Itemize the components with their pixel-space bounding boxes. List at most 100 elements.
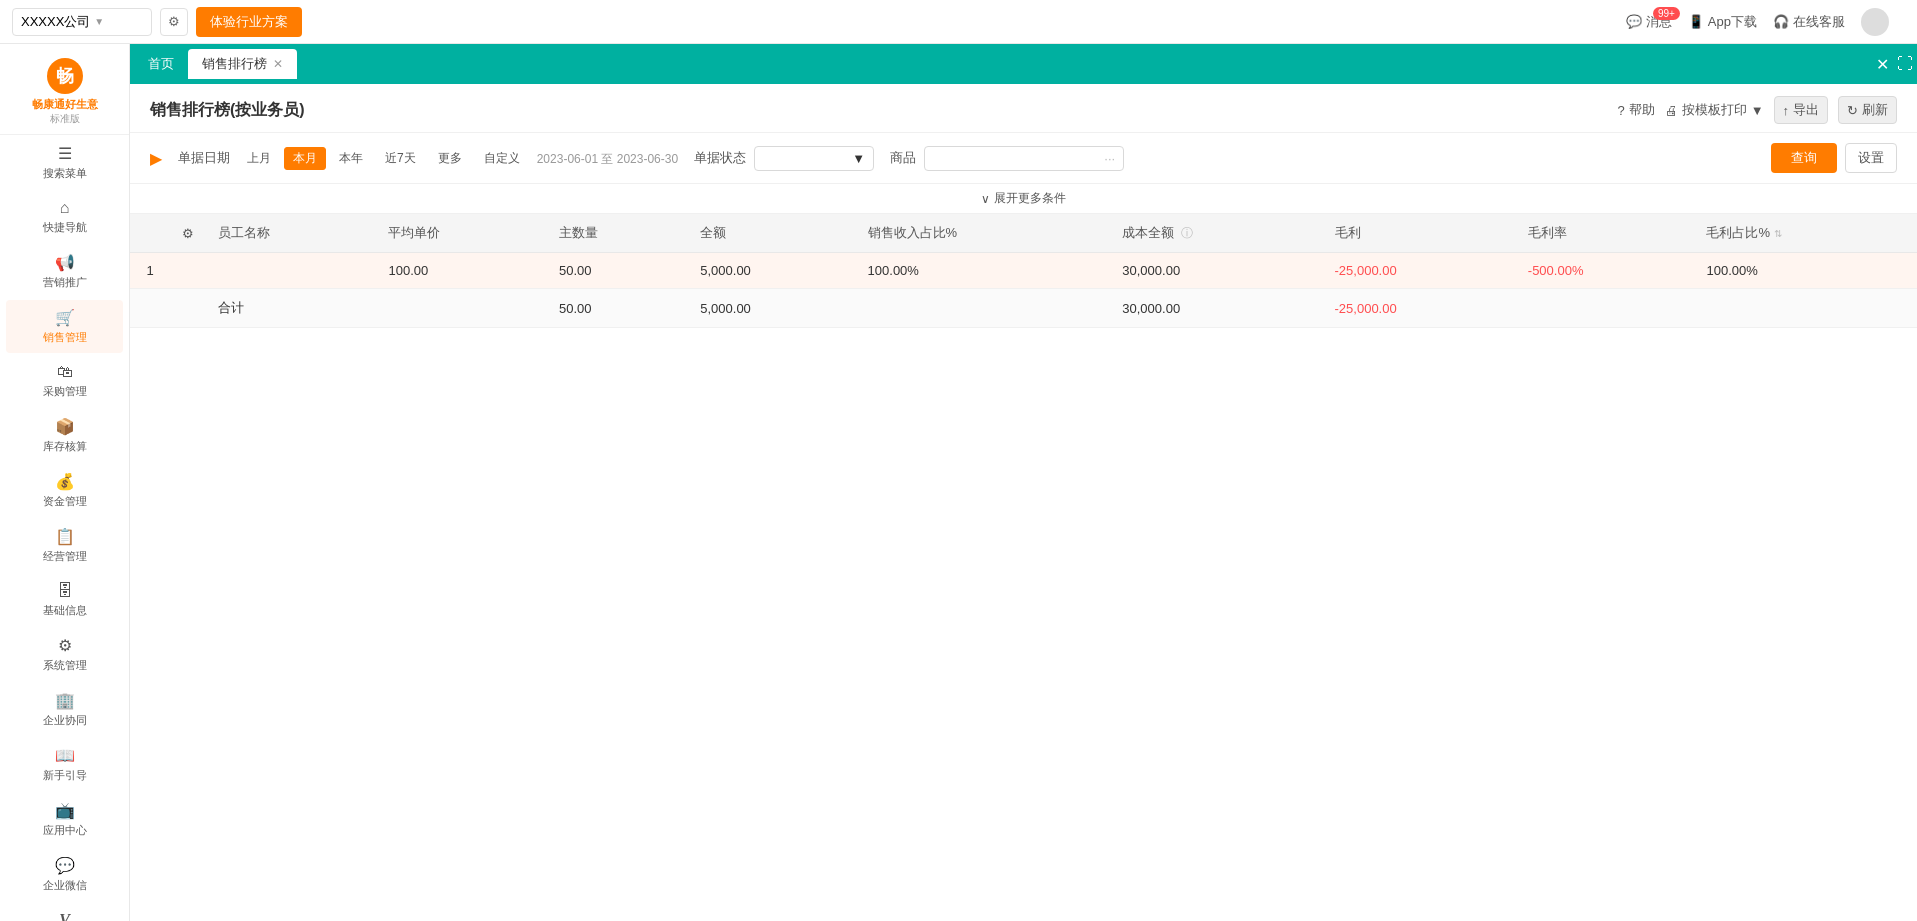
- settings-col-icon: ⚙: [182, 226, 194, 241]
- cell-profit-rate: -500.00%: [1516, 253, 1695, 289]
- expand-conditions-button[interactable]: ∨ 展开更多条件: [981, 190, 1066, 207]
- sidebar-label-search-order: 搜索菜单: [43, 166, 87, 181]
- product-filter-group: 商品 ···: [890, 146, 1124, 171]
- sidebar-label-app-center: 应用中心: [43, 823, 87, 838]
- sidebar-item-sales[interactable]: 🛒 销售管理: [6, 300, 123, 353]
- col-cost: 成本全额 ⓘ: [1110, 214, 1322, 253]
- product-input[interactable]: ···: [924, 146, 1124, 171]
- sidebar-item-wechat[interactable]: 💬 企业微信: [6, 848, 123, 901]
- tab-close-icon[interactable]: ✕: [273, 57, 283, 71]
- tab-maximize-icon[interactable]: ⛶: [1897, 55, 1913, 73]
- logo-sub: 标准版: [50, 112, 80, 126]
- active-tab-label: 销售排行榜: [202, 55, 267, 73]
- table-container: ⚙ 员工名称 平均单价 主数量 全额 销售收入占比% 成本全额 ⓘ: [130, 214, 1917, 921]
- sidebar-item-app-center[interactable]: 📺 应用中心: [6, 793, 123, 846]
- enterprise-icon: 🏢: [55, 691, 75, 710]
- purchase-icon: 🛍: [57, 363, 73, 381]
- cost-info-icon[interactable]: ⓘ: [1181, 226, 1193, 240]
- more-icon: ···: [1104, 151, 1115, 166]
- setting-button[interactable]: 设置: [1845, 143, 1897, 173]
- avatar[interactable]: [1861, 8, 1889, 36]
- footer-amount: 5,000.00: [688, 289, 855, 328]
- sidebar-item-purchase[interactable]: 🛍 采购管理: [6, 355, 123, 407]
- page-title: 销售排行榜(按业务员): [150, 100, 305, 121]
- member-icon: V: [59, 911, 70, 921]
- date-tab-custom[interactable]: 自定义: [475, 147, 529, 170]
- footer-profit: -25,000.00: [1323, 289, 1516, 328]
- status-select[interactable]: ▼: [754, 146, 874, 171]
- table-header-row: ⚙ 员工名称 平均单价 主数量 全额 销售收入占比% 成本全额 ⓘ: [130, 214, 1917, 253]
- sidebar-item-enterprise[interactable]: 🏢 企业协同: [6, 683, 123, 736]
- sidebar-label-system: 系统管理: [43, 658, 87, 673]
- table-footer-row: 合计 50.00 5,000.00 30,000.00 -25,000.00: [130, 289, 1917, 328]
- date-tab-this-month[interactable]: 本月: [284, 147, 326, 170]
- status-label: 单据状态: [694, 149, 746, 167]
- cell-main-qty: 50.00: [547, 253, 688, 289]
- sidebar-label-enterprise: 企业协同: [43, 713, 87, 728]
- product-label: 商品: [890, 149, 916, 167]
- expand-label: 展开更多条件: [994, 190, 1066, 207]
- sidebar-item-member[interactable]: V 畅会员: [6, 903, 123, 921]
- trial-button[interactable]: 体验行业方案: [196, 7, 302, 37]
- message-button[interactable]: 💬 消息 99+: [1626, 13, 1672, 31]
- company-selector[interactable]: XXXXX公司 ▼: [12, 8, 152, 36]
- refresh-icon: ↻: [1847, 103, 1858, 118]
- date-tab-last-month[interactable]: 上月: [238, 147, 280, 170]
- sidebar-item-inventory[interactable]: 📦 库存核算: [6, 409, 123, 462]
- print-button[interactable]: 🖨 按模板打印 ▼: [1665, 101, 1764, 119]
- expand-arrow-icon[interactable]: ▶: [150, 149, 162, 168]
- sidebar-item-basic-info[interactable]: 🗄 基础信息: [6, 574, 123, 626]
- sidebar-item-system[interactable]: ⚙ 系统管理: [6, 628, 123, 681]
- message-badge: 99+: [1653, 7, 1680, 20]
- col-settings[interactable]: ⚙: [170, 214, 206, 253]
- message-icon: 💬: [1626, 14, 1642, 29]
- tab-close-window-icon[interactable]: ✕: [1876, 55, 1889, 74]
- date-tab-7days[interactable]: 近7天: [376, 147, 425, 170]
- wechat-icon: 💬: [55, 856, 75, 875]
- date-label: 单据日期: [178, 149, 230, 167]
- sidebar-item-guide[interactable]: 📖 新手引导: [6, 738, 123, 791]
- sidebar-label-quick-nav: 快捷导航: [43, 220, 87, 235]
- footer-empty-rate: [1516, 289, 1695, 328]
- sidebar-label-inventory: 库存核算: [43, 439, 87, 454]
- table-row: 1 100.00 50.00 5,000.00 100.00% 30,000.0…: [130, 253, 1917, 289]
- system-icon: ⚙: [58, 636, 72, 655]
- quick-nav-icon: ⌂: [60, 199, 70, 217]
- sort-icon-profit-pct[interactable]: ⇅: [1774, 228, 1782, 239]
- col-amount: 全额: [688, 214, 855, 253]
- footer-empty-settings: [170, 289, 206, 328]
- cell-profit-pct: 100.00%: [1694, 253, 1917, 289]
- tab-home[interactable]: 首页: [134, 49, 188, 79]
- refresh-button[interactable]: ↻ 刷新: [1838, 96, 1897, 124]
- logo-text: 畅康通好生意: [32, 97, 98, 112]
- expand-icon: ∨: [981, 192, 990, 206]
- online-service-button[interactable]: 🎧 在线客服: [1773, 13, 1845, 31]
- date-tab-this-year[interactable]: 本年: [330, 147, 372, 170]
- home-tab-label: 首页: [148, 55, 174, 73]
- date-tab-more[interactable]: 更多: [429, 147, 471, 170]
- export-button[interactable]: ↑ 导出: [1774, 96, 1829, 124]
- guide-icon: 📖: [55, 746, 75, 765]
- sidebar-item-search-order[interactable]: ☰ 搜索菜单: [6, 136, 123, 189]
- company-chevron-icon: ▼: [94, 16, 104, 27]
- sidebar-label-operations: 经营管理: [43, 549, 87, 564]
- footer-cost: 30,000.00: [1110, 289, 1322, 328]
- sidebar-item-operations[interactable]: 📋 经营管理: [6, 519, 123, 572]
- gear-icon: ⚙: [168, 14, 180, 29]
- sidebar-item-quick-nav[interactable]: ⌂ 快捷导航: [6, 191, 123, 243]
- logo-icon: 畅: [47, 58, 83, 94]
- app-download-button[interactable]: 📱 App下载: [1688, 13, 1757, 31]
- sidebar-label-marketing: 营销推广: [43, 275, 87, 290]
- topbar-settings-button[interactable]: ⚙: [160, 8, 188, 36]
- inventory-icon: 📦: [55, 417, 75, 436]
- footer-total-label: 合计: [206, 289, 376, 328]
- sidebar-item-finance[interactable]: 💰 资金管理: [6, 464, 123, 517]
- tab-sales-rank[interactable]: 销售排行榜 ✕: [188, 49, 297, 79]
- sidebar-item-marketing[interactable]: 📢 营销推广: [6, 245, 123, 298]
- col-main-qty: 主数量: [547, 214, 688, 253]
- help-button[interactable]: ? 帮助: [1617, 101, 1654, 119]
- status-filter-group: 单据状态 ▼: [694, 146, 874, 171]
- query-button[interactable]: 查询: [1771, 143, 1837, 173]
- col-profit-pct: 毛利占比% ⇅: [1694, 214, 1917, 253]
- col-rank: [130, 214, 170, 253]
